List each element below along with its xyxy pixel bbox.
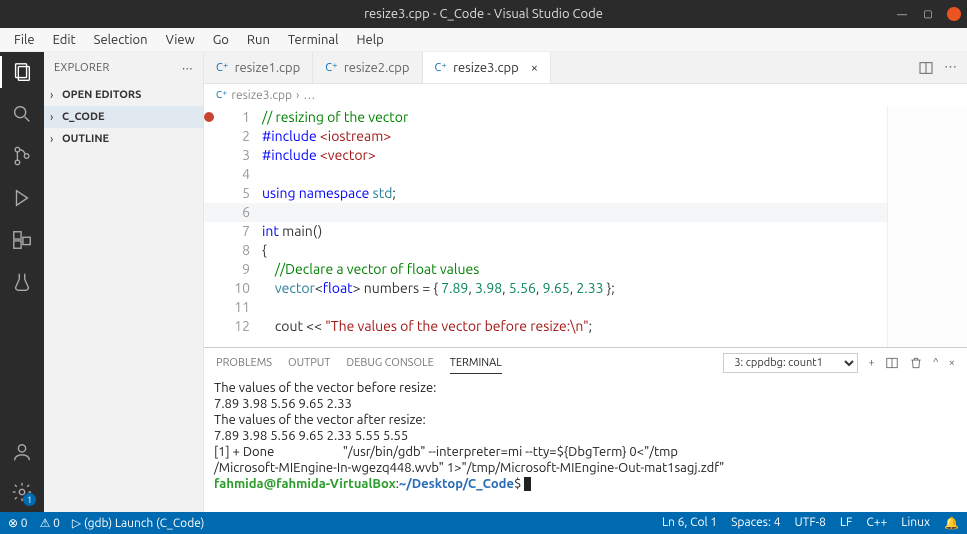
search-icon[interactable] [10, 102, 34, 126]
tab-label: resize2.cpp [344, 61, 410, 75]
panel-tab-terminal[interactable]: TERMINAL [450, 353, 502, 374]
menu-run[interactable]: Run [239, 31, 278, 49]
menu-go[interactable]: Go [205, 31, 237, 49]
menu-terminal[interactable]: Terminal [280, 31, 347, 49]
source-control-icon[interactable] [10, 144, 34, 168]
chevron-right-icon: › [50, 111, 62, 124]
status-errors[interactable]: ⊗ 0 [8, 516, 28, 530]
window-title: resize3.cpp - C_Code - Visual Studio Cod… [364, 7, 603, 21]
titlebar: resize3.cpp - C_Code - Visual Studio Cod… [0, 0, 967, 28]
sidebar-section-c_code[interactable]: › C_CODE [44, 106, 203, 128]
chevron-right-icon: › [50, 133, 62, 146]
maximize-panel-icon[interactable]: ^ [933, 353, 939, 373]
breakpoint-icon[interactable] [204, 112, 214, 122]
terminal-select[interactable]: 3: cppdbg: count1 [723, 353, 858, 373]
code-editor[interactable]: 1// resizing of the vector2#include <ios… [204, 106, 967, 347]
minimap[interactable] [887, 106, 967, 347]
code-line[interactable]: 2#include <iostream> [204, 127, 967, 146]
code-line[interactable]: 7int main() [204, 222, 967, 241]
tab-resize1-cpp[interactable]: C⁺ resize1.cpp [204, 52, 313, 83]
code-line[interactable]: 1// resizing of the vector [204, 108, 967, 127]
status-os[interactable]: Linux [901, 516, 930, 530]
menu-file[interactable]: File [6, 31, 43, 49]
close-tab-icon[interactable]: × [531, 61, 538, 75]
tab-resize3-cpp[interactable]: C⁺ resize3.cpp × [423, 52, 552, 83]
panel-tab-problems[interactable]: PROBLEMS [216, 353, 272, 374]
sidebar: EXPLORER ⋯ › OPEN EDITORS› C_CODE› OUTLI… [44, 52, 204, 512]
menubar: FileEditSelectionViewGoRunTerminalHelp [0, 28, 967, 52]
tab-label: resize1.cpp [235, 61, 301, 75]
sidebar-title: EXPLORER [54, 62, 110, 74]
account-icon[interactable] [10, 440, 34, 464]
run-debug-icon[interactable] [10, 186, 34, 210]
file-icon: C⁺ [216, 61, 229, 74]
terminal-output[interactable]: The values of the vector before resize:7… [204, 378, 967, 512]
menu-edit[interactable]: Edit [45, 31, 84, 49]
split-terminal-icon[interactable] [885, 352, 899, 374]
breadcrumb-sep: › [296, 89, 299, 102]
file-icon: C⁺ [435, 61, 448, 74]
breadcrumb-more: … [303, 89, 315, 102]
sidebar-header: EXPLORER ⋯ [44, 52, 203, 84]
window-controls: — ▢ [895, 7, 961, 21]
status-bell-icon[interactable]: 🔔 [944, 516, 959, 530]
menu-help[interactable]: Help [348, 31, 391, 49]
panel-tab-output[interactable]: OUTPUT [288, 353, 330, 374]
panel-tabs: PROBLEMS OUTPUT DEBUG CONSOLE TERMINAL 3: c… [204, 348, 967, 378]
file-icon: C⁺ [216, 89, 227, 101]
status-spaces[interactable]: Spaces: 4 [731, 516, 780, 530]
sidebar-more-icon[interactable]: ⋯ [182, 62, 193, 75]
settings-icon[interactable]: 1 [10, 480, 34, 504]
extensions-icon[interactable] [10, 228, 34, 252]
maximize-button[interactable]: ▢ [921, 7, 935, 21]
status-encoding[interactable]: UTF-8 [794, 516, 825, 530]
code-line[interactable]: 6 [204, 203, 967, 222]
statusbar: ⊗ 0 ⚠ 0 ▷ (gdb) Launch (C_Code) Ln 6, Co… [0, 512, 967, 534]
activity-bar: 1 [0, 52, 44, 512]
status-launch[interactable]: ▷ (gdb) Launch (C_Code) [72, 516, 205, 530]
panel-tab-debug-console[interactable]: DEBUG CONSOLE [346, 353, 433, 374]
minimize-button[interactable]: — [895, 7, 909, 21]
panel: PROBLEMS OUTPUT DEBUG CONSOLE TERMINAL 3: c… [204, 347, 967, 512]
code-line[interactable]: 3#include <vector> [204, 146, 967, 165]
code-line[interactable]: 12 cout << "The values of the vector bef… [204, 317, 967, 336]
breadcrumb[interactable]: C⁺ resize3.cpp › … [204, 84, 967, 106]
status-lang[interactable]: C++ [866, 516, 887, 530]
explorer-icon[interactable] [10, 60, 34, 84]
editor-area: C⁺ resize1.cpp C⁺ resize2.cpp C⁺ resize3.cpp ×… [204, 52, 967, 512]
menu-selection[interactable]: Selection [86, 31, 156, 49]
split-editor-icon[interactable] [918, 60, 934, 76]
code-line[interactable]: 4 [204, 165, 967, 184]
close-button[interactable] [947, 7, 961, 21]
code-line[interactable]: 10 vector<float> numbers = { 7.89, 3.98,… [204, 279, 967, 298]
editor-more-icon[interactable]: ⋯ [944, 60, 957, 75]
code-line[interactable]: 5using namespace std; [204, 184, 967, 203]
sidebar-section-open-editors[interactable]: › OPEN EDITORS [44, 84, 203, 106]
kill-terminal-icon[interactable] [909, 352, 923, 374]
breadcrumb-file: resize3.cpp [231, 89, 292, 102]
code-line[interactable]: 9 //Declare a vector of float values [204, 260, 967, 279]
sidebar-section-outline[interactable]: › OUTLINE [44, 128, 203, 150]
file-icon: C⁺ [325, 61, 338, 74]
tabs: C⁺ resize1.cpp C⁺ resize2.cpp C⁺ resize3.cpp ×… [204, 52, 967, 84]
close-panel-icon[interactable]: × [949, 353, 955, 373]
code-line[interactable]: 8{ [204, 241, 967, 260]
new-terminal-icon[interactable]: + [868, 353, 874, 373]
code-line[interactable]: 11 [204, 298, 967, 317]
tab-label: resize3.cpp [453, 61, 519, 75]
tab-resize2-cpp[interactable]: C⁺ resize2.cpp [313, 52, 422, 83]
menu-view[interactable]: View [158, 31, 203, 49]
chevron-right-icon: › [50, 89, 62, 102]
status-cursor[interactable]: Ln 6, Col 1 [662, 516, 717, 530]
test-icon[interactable] [10, 270, 34, 294]
status-warnings[interactable]: ⚠ 0 [40, 516, 60, 530]
status-eol[interactable]: LF [840, 516, 852, 530]
settings-badge: 1 [23, 493, 36, 506]
